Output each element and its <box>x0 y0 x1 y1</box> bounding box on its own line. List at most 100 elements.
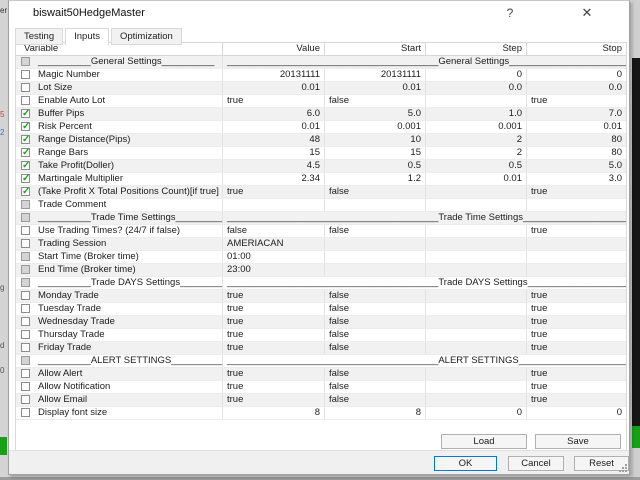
start-cell[interactable]: 0.001 <box>324 121 425 133</box>
section-row[interactable]: __________General Settings__________ ____… <box>16 56 626 69</box>
tab-testing[interactable]: Testing <box>15 28 64 45</box>
value-cell[interactable]: true <box>222 303 324 315</box>
param-row[interactable]: End Time (Broker time) 23:00 <box>16 264 626 277</box>
start-cell[interactable]: false <box>324 381 425 393</box>
start-cell[interactable]: false <box>324 186 425 198</box>
ok-button[interactable]: OK <box>434 456 497 471</box>
value-cell[interactable] <box>222 199 324 211</box>
start-cell[interactable]: false <box>324 225 425 237</box>
start-cell[interactable]: 15 <box>324 147 425 159</box>
param-row[interactable]: Enable Auto Lot true false true <box>16 95 626 108</box>
start-cell[interactable] <box>324 199 425 211</box>
stop-cell[interactable]: 7.0 <box>526 108 626 120</box>
optimize-checkbox[interactable]: ✓ <box>21 122 30 132</box>
param-row[interactable]: Display font size 8 8 0 0 <box>16 407 626 420</box>
start-cell[interactable]: 10 <box>324 134 425 146</box>
value-cell[interactable]: true <box>222 394 324 406</box>
step-cell[interactable]: 2 <box>425 147 526 159</box>
optimize-checkbox[interactable] <box>21 395 30 404</box>
step-cell[interactable]: 0.5 <box>425 160 526 172</box>
value-cell[interactable]: 15 <box>222 147 324 159</box>
step-cell[interactable]: 0.0 <box>425 82 526 94</box>
value-cell[interactable]: 23:00 <box>222 264 324 276</box>
start-cell[interactable]: false <box>324 368 425 380</box>
step-cell[interactable] <box>425 394 526 406</box>
optimize-checkbox[interactable]: ✓ <box>21 135 30 145</box>
param-row[interactable]: ✓ Range Distance(Pips) 48 10 2 80 <box>16 134 626 147</box>
stop-cell[interactable]: true <box>526 342 626 354</box>
step-cell[interactable] <box>425 329 526 341</box>
optimize-checkbox[interactable]: ✓ <box>21 148 30 158</box>
step-cell[interactable] <box>425 95 526 107</box>
optimize-checkbox[interactable] <box>21 239 30 248</box>
start-cell[interactable]: 0.5 <box>324 160 425 172</box>
step-cell[interactable]: 0.001 <box>425 121 526 133</box>
optimize-checkbox[interactable]: ✓ <box>21 174 30 184</box>
param-row[interactable]: Allow Email true false true <box>16 394 626 407</box>
value-cell[interactable]: AMERIACAN <box>222 238 324 250</box>
param-row[interactable]: ✓ Take Profit(Doller) 4.5 0.5 0.5 5.0 <box>16 160 626 173</box>
param-row[interactable]: Use Trading Times? (24/7 if false) false f… <box>16 225 626 238</box>
start-cell[interactable]: false <box>324 342 425 354</box>
param-row[interactable]: ✓ Martingale Multiplier 2.34 1.2 0.01 3.0 <box>16 173 626 186</box>
help-button[interactable]: ? <box>494 1 526 26</box>
value-cell[interactable]: 0.01 <box>222 121 324 133</box>
optimize-checkbox[interactable]: ✓ <box>21 161 30 171</box>
step-cell[interactable]: 1.0 <box>425 108 526 120</box>
optimize-checkbox[interactable] <box>21 369 30 378</box>
stop-cell[interactable]: true <box>526 316 626 328</box>
title-bar[interactable]: biswait50HedgeMaster ? ✕ <box>9 1 629 26</box>
value-cell[interactable]: 2.34 <box>222 173 324 185</box>
stop-cell[interactable]: 0.01 <box>526 121 626 133</box>
step-cell[interactable] <box>425 199 526 211</box>
load-button[interactable]: Load <box>441 434 527 449</box>
close-icon[interactable]: ✕ <box>567 1 607 26</box>
param-row[interactable]: Tuesday Trade true false true <box>16 303 626 316</box>
param-row[interactable]: ✓ Range Bars 15 15 2 80 <box>16 147 626 160</box>
stop-cell[interactable]: true <box>526 381 626 393</box>
value-cell[interactable]: 4.5 <box>222 160 324 172</box>
param-row[interactable]: Monday Trade true false true <box>16 290 626 303</box>
param-row[interactable]: Wednesday Trade true false true <box>16 316 626 329</box>
value-cell[interactable]: true <box>222 342 324 354</box>
start-cell[interactable]: false <box>324 290 425 302</box>
stop-cell[interactable]: 80 <box>526 134 626 146</box>
param-row[interactable]: Trade Comment <box>16 199 626 212</box>
value-cell[interactable]: true <box>222 186 324 198</box>
optimize-checkbox[interactable] <box>21 83 30 92</box>
stop-cell[interactable]: true <box>526 186 626 198</box>
start-cell[interactable]: false <box>324 329 425 341</box>
step-cell[interactable]: 0.01 <box>425 173 526 185</box>
param-row[interactable]: Lot Size 0.01 0.01 0.0 0.0 <box>16 82 626 95</box>
optimize-checkbox[interactable]: ✓ <box>21 187 30 197</box>
tab-optimization[interactable]: Optimization <box>111 28 182 45</box>
stop-cell[interactable]: 3.0 <box>526 173 626 185</box>
param-row[interactable]: ✓ Risk Percent 0.01 0.001 0.001 0.01 <box>16 121 626 134</box>
param-row[interactable]: Thursday Trade true false true <box>16 329 626 342</box>
step-cell[interactable] <box>425 251 526 263</box>
value-cell[interactable]: 48 <box>222 134 324 146</box>
step-cell[interactable]: 2 <box>425 134 526 146</box>
param-row[interactable]: ✓ Buffer Pips 6.0 5.0 1.0 7.0 <box>16 108 626 121</box>
value-cell[interactable]: 0.01 <box>222 82 324 94</box>
step-cell[interactable] <box>425 264 526 276</box>
param-row[interactable]: Allow Notification true false true <box>16 381 626 394</box>
value-cell[interactable]: true <box>222 368 324 380</box>
step-cell[interactable] <box>425 368 526 380</box>
optimize-checkbox[interactable] <box>21 382 30 391</box>
start-cell[interactable]: 5.0 <box>324 108 425 120</box>
start-cell[interactable] <box>324 238 425 250</box>
value-cell[interactable]: 20131111 <box>222 69 324 81</box>
stop-cell[interactable]: true <box>526 225 626 237</box>
start-cell[interactable]: false <box>324 394 425 406</box>
value-cell[interactable]: true <box>222 381 324 393</box>
stop-cell[interactable] <box>526 251 626 263</box>
stop-cell[interactable]: true <box>526 329 626 341</box>
param-row[interactable]: Magic Number 20131111 20131111 0 0 <box>16 69 626 82</box>
value-cell[interactable]: true <box>222 290 324 302</box>
value-cell[interactable]: true <box>222 329 324 341</box>
value-cell[interactable]: false <box>222 225 324 237</box>
step-cell[interactable]: 0 <box>425 69 526 81</box>
step-cell[interactable] <box>425 303 526 315</box>
tab-inputs[interactable]: Inputs <box>65 28 109 46</box>
